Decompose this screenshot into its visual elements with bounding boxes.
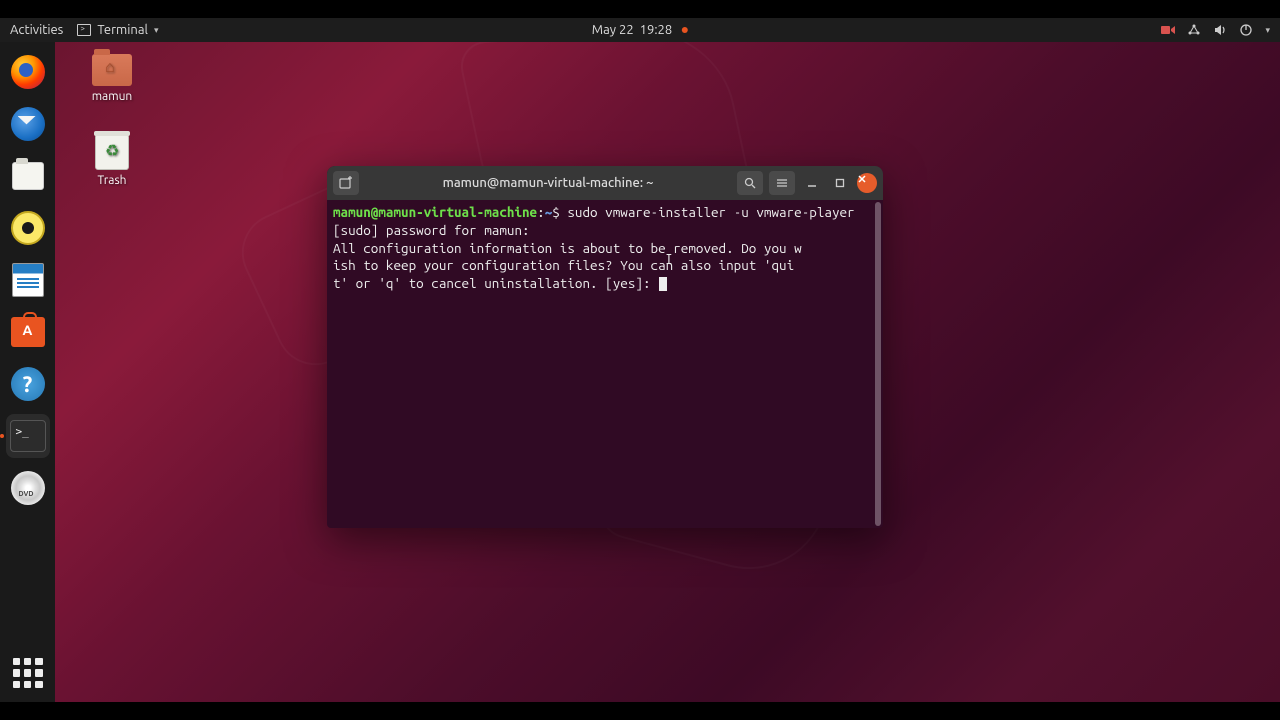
terminal-content[interactable]: mamun@mamun-virtual-machine:~$ sudo vmwa… (327, 200, 883, 528)
dock-terminal[interactable] (6, 414, 50, 458)
terminal-window: mamun@mamun-virtual-machine: ~ (327, 166, 883, 528)
firefox-icon (11, 55, 45, 89)
chevron-down-icon: ▾ (154, 25, 159, 36)
new-tab-button[interactable] (333, 171, 359, 195)
network-icon (1187, 23, 1201, 37)
terminal-output-line: All configuration information is about t… (333, 240, 808, 293)
maximize-button[interactable] (829, 172, 851, 194)
terminal-output-line: [sudo] password for mamun: (333, 222, 877, 240)
app-menu-label: Terminal (97, 23, 148, 37)
dock-software[interactable] (6, 310, 50, 354)
software-icon (11, 317, 45, 347)
show-applications-button[interactable] (13, 658, 43, 688)
folder-icon (92, 54, 132, 86)
dock-firefox[interactable] (6, 50, 50, 94)
app-menu[interactable]: Terminal ▾ (77, 23, 158, 37)
scrollbar[interactable] (875, 202, 881, 526)
desktop-icon-label: Trash (77, 174, 147, 187)
system-tray[interactable]: ▾ (1161, 23, 1270, 37)
top-panel: Activities Terminal ▾ May 22 19:28 ▾ (0, 18, 1280, 42)
date-label: May 22 (592, 23, 634, 37)
dock-writer[interactable] (6, 258, 50, 302)
thunderbird-icon (11, 107, 45, 141)
clock[interactable]: May 22 19:28 (592, 23, 688, 37)
dock-rhythmbox[interactable] (6, 206, 50, 250)
minimize-button[interactable] (801, 172, 823, 194)
desktop[interactable]: mamun Trash mamun@mamun-virtual-machine:… (55, 42, 1280, 702)
terminal-icon (77, 24, 91, 36)
close-button[interactable] (857, 173, 877, 193)
command-text: sudo vmware-installer -u vmware-player (567, 204, 854, 220)
desktop-icon-label: mamun (77, 90, 147, 103)
trash-icon (95, 134, 129, 170)
terminal-icon (10, 420, 46, 452)
search-button[interactable] (737, 171, 763, 195)
dock: ? (0, 42, 55, 702)
chevron-down-icon: ▾ (1265, 25, 1270, 36)
files-icon (12, 162, 44, 190)
window-title: mamun@mamun-virtual-machine: ~ (359, 176, 737, 190)
volume-icon (1213, 23, 1227, 37)
text-cursor-icon (659, 277, 667, 291)
desktop-trash[interactable]: Trash (77, 134, 147, 187)
dock-help[interactable]: ? (6, 362, 50, 406)
dock-disc[interactable] (6, 466, 50, 510)
power-icon (1239, 23, 1253, 37)
rhythmbox-icon (11, 211, 45, 245)
screen-record-icon[interactable] (1161, 23, 1175, 37)
help-icon: ? (11, 367, 45, 401)
dvd-icon (11, 471, 45, 505)
window-titlebar[interactable]: mamun@mamun-virtual-machine: ~ (327, 166, 883, 200)
dock-thunderbird[interactable] (6, 102, 50, 146)
time-label: 19:28 (640, 23, 673, 37)
writer-icon (12, 263, 44, 297)
notification-dot-icon (682, 27, 688, 33)
activities-button[interactable]: Activities (10, 23, 63, 37)
menu-button[interactable] (769, 171, 795, 195)
desktop-home-folder[interactable]: mamun (77, 54, 147, 103)
prompt-userhost: mamun@mamun-virtual-machine (333, 204, 537, 220)
dock-files[interactable] (6, 154, 50, 198)
